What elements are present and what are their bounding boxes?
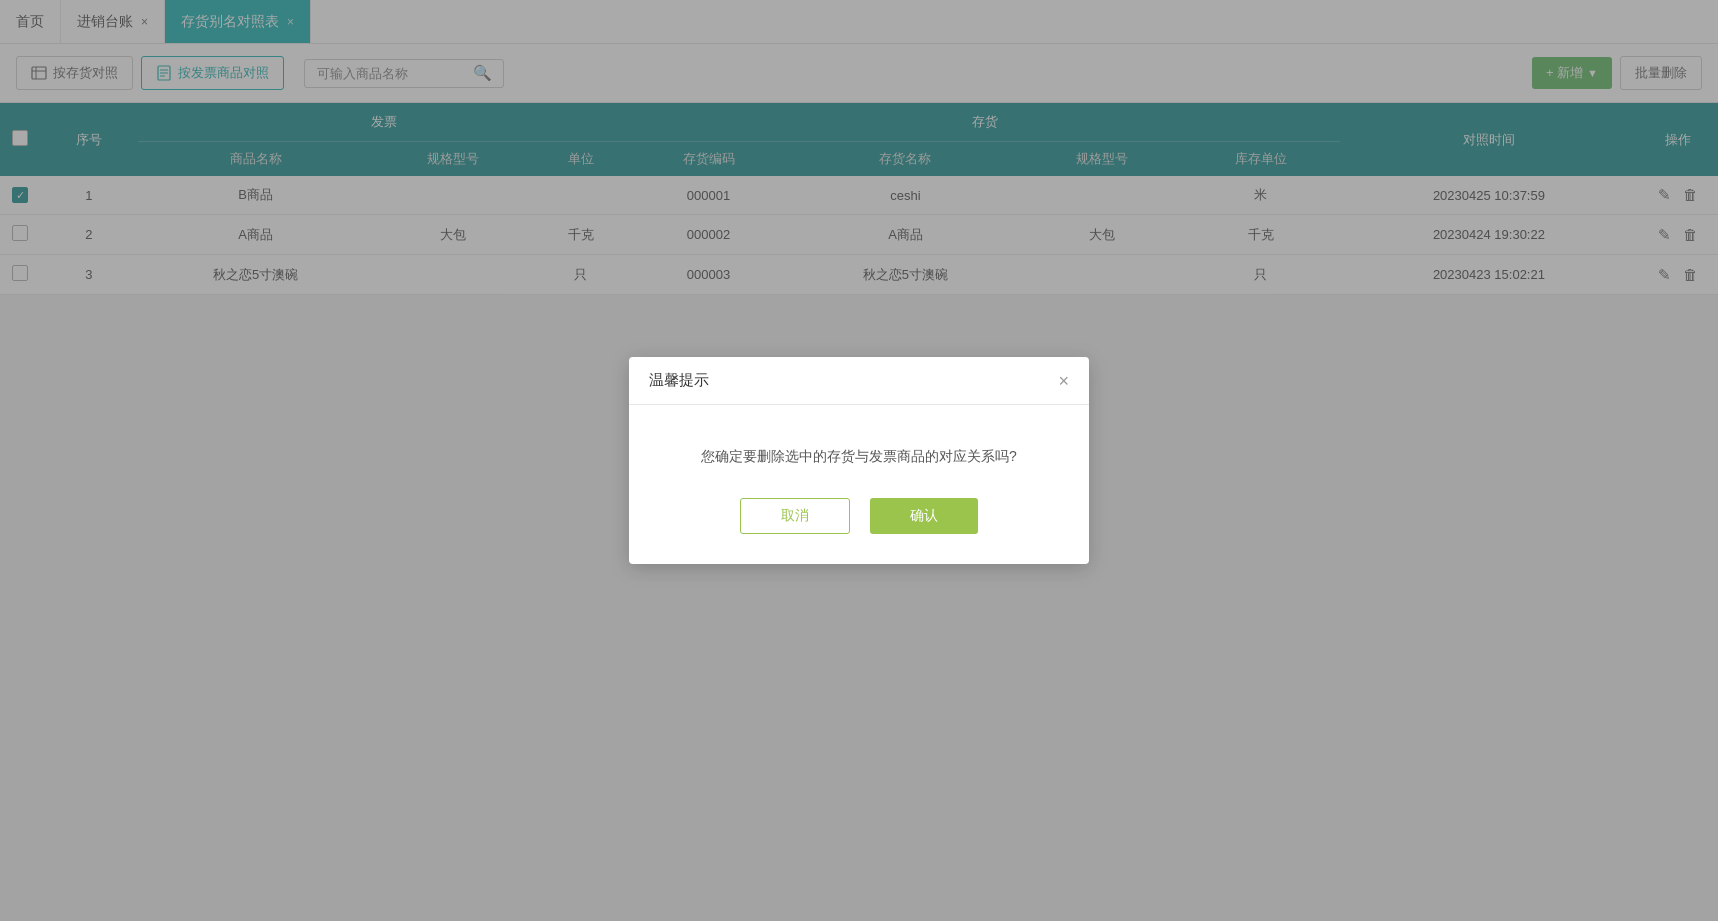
modal-overlay: 温馨提示 × 您确定要删除选中的存货与发票商品的对应关系吗? 取消 确认 [0, 0, 1718, 295]
